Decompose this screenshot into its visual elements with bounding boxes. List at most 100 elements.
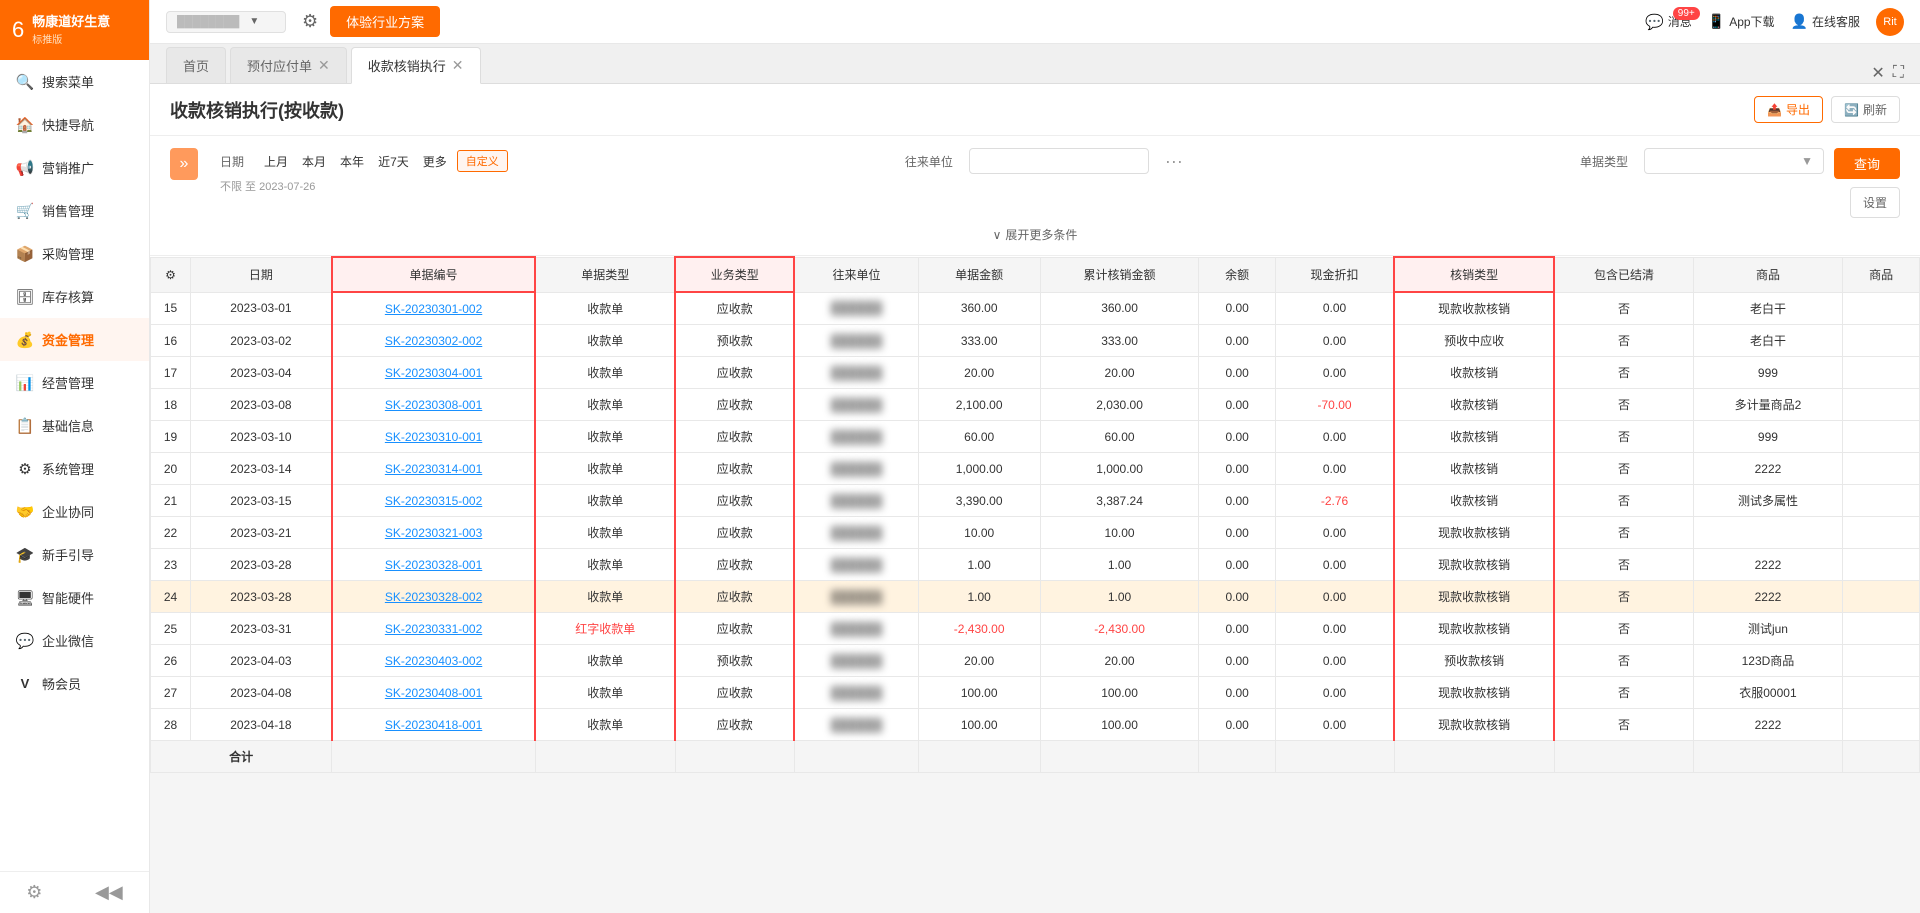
- row-bill-no[interactable]: SK-20230418-001: [332, 709, 536, 741]
- bill-type-filter-label: 单据类型: [1580, 153, 1628, 170]
- sidebar-item-quick-nav[interactable]: 🏠 快捷导航: [0, 103, 149, 146]
- row-bill-no[interactable]: SK-20230328-001: [332, 549, 536, 581]
- row-goods: 999: [1693, 421, 1842, 453]
- online-service-btn[interactable]: 👤 在线客服: [1791, 13, 1860, 30]
- th-settings[interactable]: ⚙: [151, 257, 191, 292]
- row-bill-no[interactable]: SK-20230328-002: [332, 581, 536, 613]
- table-scroll[interactable]: ⚙ 日期 单据编号 单据类型 业务类型 往来单位 单据金额 累计核销金额 余额 …: [150, 256, 1920, 773]
- filter-dots[interactable]: ···: [1165, 151, 1183, 172]
- refresh-button[interactable]: 🔄 刷新: [1831, 96, 1900, 123]
- tab-receipt-writeoff-close-icon[interactable]: ✕: [452, 57, 464, 74]
- date-last-7-days-btn[interactable]: 近7天: [374, 151, 413, 172]
- tab-pre-apply[interactable]: 预付应付单 ✕: [230, 47, 347, 83]
- row-cash-discount: 0.00: [1276, 613, 1394, 645]
- sidebar-item-basic-info[interactable]: 📋 基础信息: [0, 404, 149, 447]
- bill-type-arrow-icon: ▼: [1801, 154, 1813, 168]
- sidebar-logo-sub: 标推版: [32, 31, 110, 46]
- row-bill-no[interactable]: SK-20230314-001: [332, 453, 536, 485]
- row-goods2: [1843, 613, 1920, 645]
- expand-conditions-btn[interactable]: ∨ 展开更多条件: [993, 226, 1078, 243]
- row-bill-no[interactable]: SK-20230302-002: [332, 325, 536, 357]
- company-dropdown[interactable]: ████████ ▼: [166, 11, 286, 33]
- row-writeoff-type: 预收中应收: [1394, 325, 1554, 357]
- sidebar-item-label: 搜索菜单: [42, 72, 94, 91]
- total-cell: [1843, 741, 1920, 773]
- row-include-settled: 否: [1554, 453, 1693, 485]
- sidebar-item-corp-wechat[interactable]: 💬 企业微信: [0, 619, 149, 662]
- sidebar-item-search-menu[interactable]: 🔍 搜索菜单: [0, 60, 149, 103]
- row-bill-no[interactable]: SK-20230315-002: [332, 485, 536, 517]
- tab-pre-apply-close-icon[interactable]: ✕: [318, 57, 330, 74]
- row-cash-discount: -70.00: [1276, 389, 1394, 421]
- tab-pre-apply-label: 预付应付单: [247, 56, 312, 75]
- sidebar-item-smart-hw[interactable]: 🖥 智能硬件: [0, 576, 149, 619]
- th-goods: 商品: [1693, 257, 1842, 292]
- th-date: 日期: [191, 257, 332, 292]
- row-partner: ██████: [794, 677, 918, 709]
- row-cumulative: 3,387.24: [1040, 485, 1199, 517]
- row-writeoff-type: 收款核销: [1394, 485, 1554, 517]
- sidebar-item-system[interactable]: ⚙ 系统管理: [0, 447, 149, 490]
- row-date: 2023-04-03: [191, 645, 332, 677]
- date-more-btn[interactable]: 更多: [419, 151, 451, 172]
- app-download-btn[interactable]: 📱 App下载: [1708, 13, 1775, 30]
- sidebar-settings-btn[interactable]: ⚙: [26, 882, 42, 903]
- row-bill-no[interactable]: SK-20230310-001: [332, 421, 536, 453]
- filter-settings-button[interactable]: 设置: [1850, 187, 1900, 218]
- row-bill-no[interactable]: SK-20230301-002: [332, 292, 536, 325]
- user-avatar[interactable]: Rit: [1876, 8, 1904, 36]
- sidebar-item-label: 库存核算: [42, 287, 94, 306]
- sidebar-item-vip[interactable]: V 畅会员: [0, 662, 149, 705]
- row-include-settled: 否: [1554, 549, 1693, 581]
- sidebar-item-purchase[interactable]: 📦 采购管理: [0, 232, 149, 275]
- tab-receipt-writeoff[interactable]: 收款核销执行 ✕: [351, 47, 481, 84]
- sidebar-collapse-btn[interactable]: ◀◀: [95, 882, 123, 903]
- bill-type-select[interactable]: ▼: [1644, 148, 1824, 174]
- sidebar-item-beginner[interactable]: 🎓 新手引导: [0, 533, 149, 576]
- tab-home[interactable]: 首页: [166, 47, 226, 83]
- partner-input[interactable]: [969, 148, 1149, 174]
- row-cumulative: 360.00: [1040, 292, 1199, 325]
- row-bill-no[interactable]: SK-20230403-002: [332, 645, 536, 677]
- sidebar-item-label: 快捷导航: [42, 115, 94, 134]
- row-bill-no[interactable]: SK-20230408-001: [332, 677, 536, 709]
- sidebar-item-finance[interactable]: 💰 资金管理: [0, 318, 149, 361]
- row-cumulative: 20.00: [1040, 357, 1199, 389]
- query-button[interactable]: 查询: [1834, 148, 1900, 179]
- row-partner: ██████: [794, 421, 918, 453]
- row-goods: 测试多属性: [1693, 485, 1842, 517]
- row-cumulative: 1.00: [1040, 581, 1199, 613]
- sidebar-item-operation[interactable]: 📊 经营管理: [0, 361, 149, 404]
- row-no: 28: [151, 709, 191, 741]
- row-biz-type: 应收款: [675, 581, 794, 613]
- row-goods2: [1843, 549, 1920, 581]
- row-include-settled: 否: [1554, 517, 1693, 549]
- sidebar-item-inventory[interactable]: 🗄 库存核算: [0, 275, 149, 318]
- date-custom-btn[interactable]: 自定义: [457, 150, 508, 172]
- export-button[interactable]: 📤 导出: [1754, 96, 1823, 123]
- row-bill-no[interactable]: SK-20230321-003: [332, 517, 536, 549]
- row-bill-no[interactable]: SK-20230331-002: [332, 613, 536, 645]
- row-bill-no[interactable]: SK-20230304-001: [332, 357, 536, 389]
- row-date: 2023-03-28: [191, 549, 332, 581]
- filter-expand-arrow-btn[interactable]: »: [170, 148, 198, 180]
- page-title: 收款核销执行(按收款): [170, 97, 344, 135]
- sidebar-item-corp-collab[interactable]: 🤝 企业协同: [0, 490, 149, 533]
- row-partner: ██████: [794, 292, 918, 325]
- date-last-month-btn[interactable]: 上月: [260, 151, 292, 172]
- date-this-year-btn[interactable]: 本年: [336, 151, 368, 172]
- date-this-month-btn[interactable]: 本月: [298, 151, 330, 172]
- sidebar-item-label: 系统管理: [42, 459, 94, 478]
- sidebar-item-sales[interactable]: 🛒 销售管理: [0, 189, 149, 232]
- close-all-tabs-icon[interactable]: ✕: [1871, 63, 1884, 83]
- expand-tabs-icon[interactable]: ⛶: [1893, 64, 1904, 82]
- row-biz-type: 应收款: [675, 549, 794, 581]
- topbar-gear-icon[interactable]: ⚙: [302, 11, 318, 32]
- message-btn[interactable]: 💬 消息 99+: [1645, 13, 1692, 31]
- sidebar-item-marketing[interactable]: 📢 营销推广: [0, 146, 149, 189]
- solution-button[interactable]: 体验行业方案: [330, 6, 440, 37]
- row-balance: 0.00: [1199, 613, 1276, 645]
- row-balance: 0.00: [1199, 292, 1276, 325]
- row-cumulative: 2,030.00: [1040, 389, 1199, 421]
- row-bill-no[interactable]: SK-20230308-001: [332, 389, 536, 421]
